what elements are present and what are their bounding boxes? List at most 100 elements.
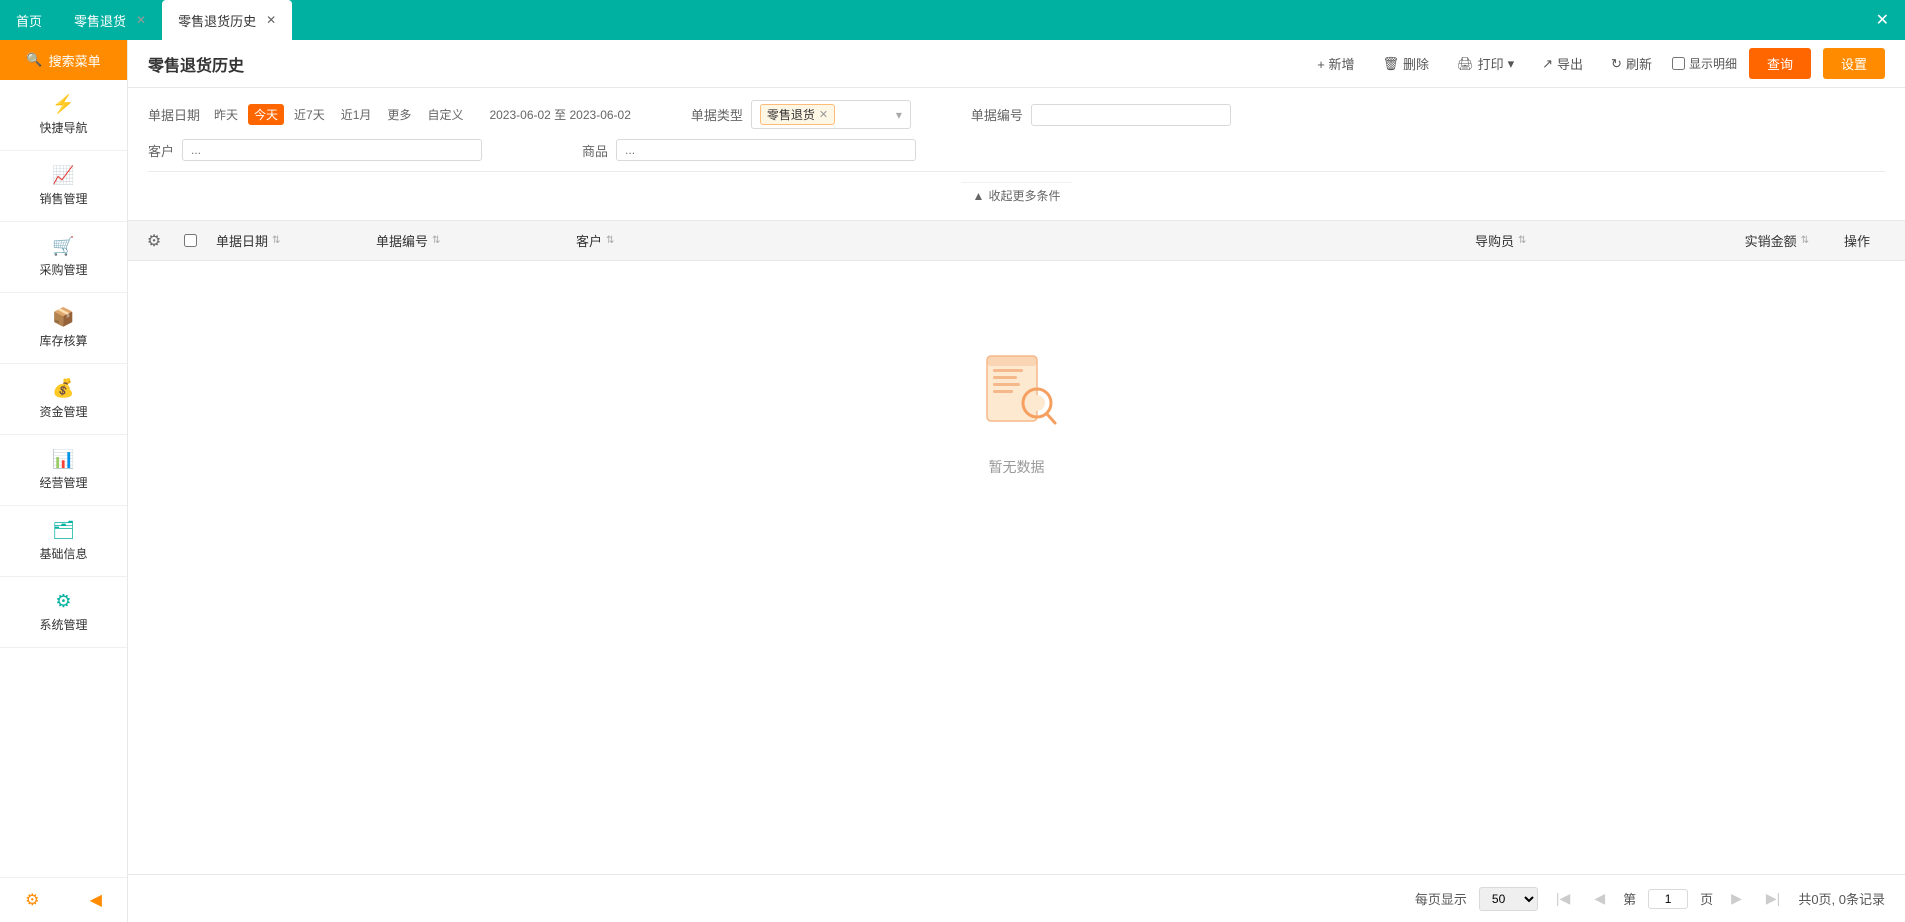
page-next-button[interactable]: ▶ [1725, 888, 1748, 909]
show-detail-checkbox-container[interactable]: 显示明细 [1672, 55, 1737, 72]
print-button[interactable]: 🖨 打印 ▾ [1449, 50, 1522, 77]
date-btn-7days[interactable]: 近7天 [288, 104, 331, 125]
collapse-button[interactable]: ▲ 收起更多条件 [961, 182, 1073, 208]
collapse-sidebar-icon[interactable]: ◀ [90, 890, 102, 910]
th-date[interactable]: 单据日期 ⇅ [208, 231, 368, 250]
print-label: 打印 [1478, 54, 1504, 73]
table-body: 暂无数据 [128, 261, 1905, 874]
th-amount[interactable]: 实销金额 ⇅ [1667, 231, 1817, 250]
sidebar-item-quick-nav-label: 快捷导航 [39, 119, 87, 136]
sidebar-item-finance[interactable]: 💰 资金管理 [0, 364, 127, 435]
tab-retail-return-close[interactable]: ✕ [136, 13, 146, 27]
sales-icon: 📈 [52, 165, 74, 186]
th-date-label: 单据日期 [216, 231, 268, 250]
table-wrapper: ⚙ 单据日期 ⇅ 单据编号 ⇅ 客户 ⇅ 导购员 ⇅ [128, 221, 1905, 922]
export-icon: ↗ [1542, 56, 1553, 72]
number-input[interactable] [1031, 104, 1231, 126]
table-header: ⚙ 单据日期 ⇅ 单据编号 ⇅ 客户 ⇅ 导购员 ⇅ [128, 221, 1905, 261]
search-icon: 🔍 [26, 52, 42, 68]
type-tag-label: 零售退货 [767, 106, 815, 123]
date-btn-custom[interactable]: 自定义 [421, 104, 469, 125]
sidebar-item-inventory-label: 库存核算 [39, 332, 87, 349]
date-btn-yesterday[interactable]: 昨天 [208, 104, 244, 125]
export-button[interactable]: ↗ 导出 [1534, 50, 1591, 77]
sidebar-item-system[interactable]: ⚙ 系统管理 [0, 577, 127, 648]
date-options: 昨天 今天 近7天 近1月 更多 自定义 [208, 104, 469, 125]
date-btn-more[interactable]: 更多 [381, 104, 417, 125]
table-checkbox-all[interactable] [172, 234, 208, 247]
page-last-button[interactable]: ▶| [1760, 888, 1786, 909]
table-settings-icon[interactable]: ⚙ [136, 231, 172, 251]
sidebar-item-basic-info-label: 基础信息 [39, 545, 87, 562]
content-area: 零售退货历史 + 新增 🗑 删除 🖨 打印 ▾ ↗ 导出 ↻ [128, 40, 1905, 922]
pagination-bar: 每页显示 20 50 100 200 |◀ ◀ 第 页 ▶ ▶| 共0页, 0条… [128, 874, 1905, 922]
th-guide-sort: ⇅ [1518, 235, 1526, 246]
th-guide-label: 导购员 [1475, 231, 1514, 250]
sidebar-item-purchase[interactable]: 🛒 采购管理 [0, 222, 127, 293]
sidebar-item-purchase-label: 采购管理 [39, 261, 87, 278]
empty-icon [967, 341, 1067, 441]
page-header: 零售退货历史 + 新增 🗑 删除 🖨 打印 ▾ ↗ 导出 ↻ [128, 40, 1905, 88]
tab-retail-return-history-close[interactable]: ✕ [266, 13, 276, 27]
page-prev-button[interactable]: ◀ [1588, 888, 1611, 909]
quick-nav-icon: ⚡ [52, 94, 74, 115]
date-btn-today[interactable]: 今天 [248, 104, 284, 125]
sidebar-bottom: ⚙ ◀ [0, 877, 127, 922]
sidebar-search[interactable]: 🔍 搜索菜单 [0, 40, 127, 80]
select-all-checkbox[interactable] [184, 234, 197, 247]
date-filter: 单据日期 昨天 今天 近7天 近1月 更多 自定义 [148, 104, 469, 125]
th-customer[interactable]: 客户 ⇅ [568, 231, 1467, 250]
page-number-input[interactable] [1648, 889, 1688, 909]
sidebar-item-basic-info[interactable]: 🗂 基础信息 [0, 506, 127, 577]
th-number[interactable]: 单据编号 ⇅ [368, 231, 568, 250]
system-icon: ⚙ [55, 591, 71, 612]
sidebar-item-inventory[interactable]: 📦 库存核算 [0, 293, 127, 364]
show-detail-checkbox[interactable] [1672, 57, 1685, 70]
type-tag-remove[interactable]: ✕ [819, 108, 828, 121]
refresh-label: 刷新 [1626, 54, 1652, 73]
filter-row-1: 单据日期 昨天 今天 近7天 近1月 更多 自定义 2023-06-02 至 2… [148, 100, 1885, 129]
filter-area: 单据日期 昨天 今天 近7天 近1月 更多 自定义 2023-06-02 至 2… [128, 88, 1905, 221]
tab-retail-return[interactable]: 零售退货 ✕ [58, 0, 162, 40]
th-date-sort: ⇅ [272, 235, 280, 246]
sidebar-item-sales[interactable]: 📈 销售管理 [0, 151, 127, 222]
type-tag: 零售退货 ✕ [760, 104, 835, 125]
th-number-label: 单据编号 [376, 231, 428, 250]
total-text: 共0页, 0条记录 [1798, 889, 1885, 908]
tab-home-label: 首页 [16, 11, 42, 30]
sidebar-item-operations-label: 经营管理 [39, 474, 87, 491]
customer-input[interactable] [182, 139, 482, 161]
sidebar-item-sales-label: 销售管理 [39, 190, 87, 207]
add-button[interactable]: + 新增 [1309, 50, 1362, 77]
page-first-button[interactable]: |◀ [1550, 888, 1576, 909]
th-amount-label: 实销金额 [1745, 231, 1797, 250]
number-filter-label: 单据编号 [971, 105, 1023, 124]
sidebar-item-operations[interactable]: 📊 经营管理 [0, 435, 127, 506]
settings-bottom-icon[interactable]: ⚙ [25, 890, 39, 910]
goods-input[interactable] [616, 139, 916, 161]
collapse-label: 收起更多条件 [988, 187, 1060, 204]
settings-button[interactable]: 设置 [1823, 48, 1885, 79]
th-number-sort: ⇅ [432, 235, 440, 246]
refresh-icon: ↻ [1611, 56, 1622, 72]
operations-icon: 📊 [52, 449, 74, 470]
filter-row-2: 客户 商品 [148, 139, 1885, 161]
delete-button[interactable]: 🗑 删除 [1375, 50, 1438, 77]
finance-icon: 💰 [52, 378, 74, 399]
refresh-button[interactable]: ↻ 刷新 [1603, 50, 1660, 77]
customer-filter-label: 客户 [148, 141, 174, 160]
date-btn-1month[interactable]: 近1月 [335, 104, 378, 125]
type-filter-label: 单据类型 [691, 105, 743, 124]
tab-retail-return-history[interactable]: 零售退货历史 ✕ [162, 0, 292, 40]
show-detail-label: 显示明细 [1689, 55, 1737, 72]
number-filter: 单据编号 [971, 104, 1231, 126]
sidebar-item-quick-nav[interactable]: ⚡ 快捷导航 [0, 80, 127, 151]
empty-text: 暂无数据 [989, 457, 1045, 477]
type-select[interactable]: 零售退货 ✕ ▾ [751, 100, 911, 129]
tab-retail-return-history-label: 零售退货历史 [178, 11, 256, 30]
page-size-select[interactable]: 20 50 100 200 [1479, 887, 1538, 911]
query-button[interactable]: 查询 [1749, 48, 1811, 79]
th-guide[interactable]: 导购员 ⇅ [1467, 231, 1667, 250]
window-close-icon[interactable]: ✕ [1876, 10, 1889, 30]
tab-home[interactable]: 首页 [0, 0, 58, 40]
